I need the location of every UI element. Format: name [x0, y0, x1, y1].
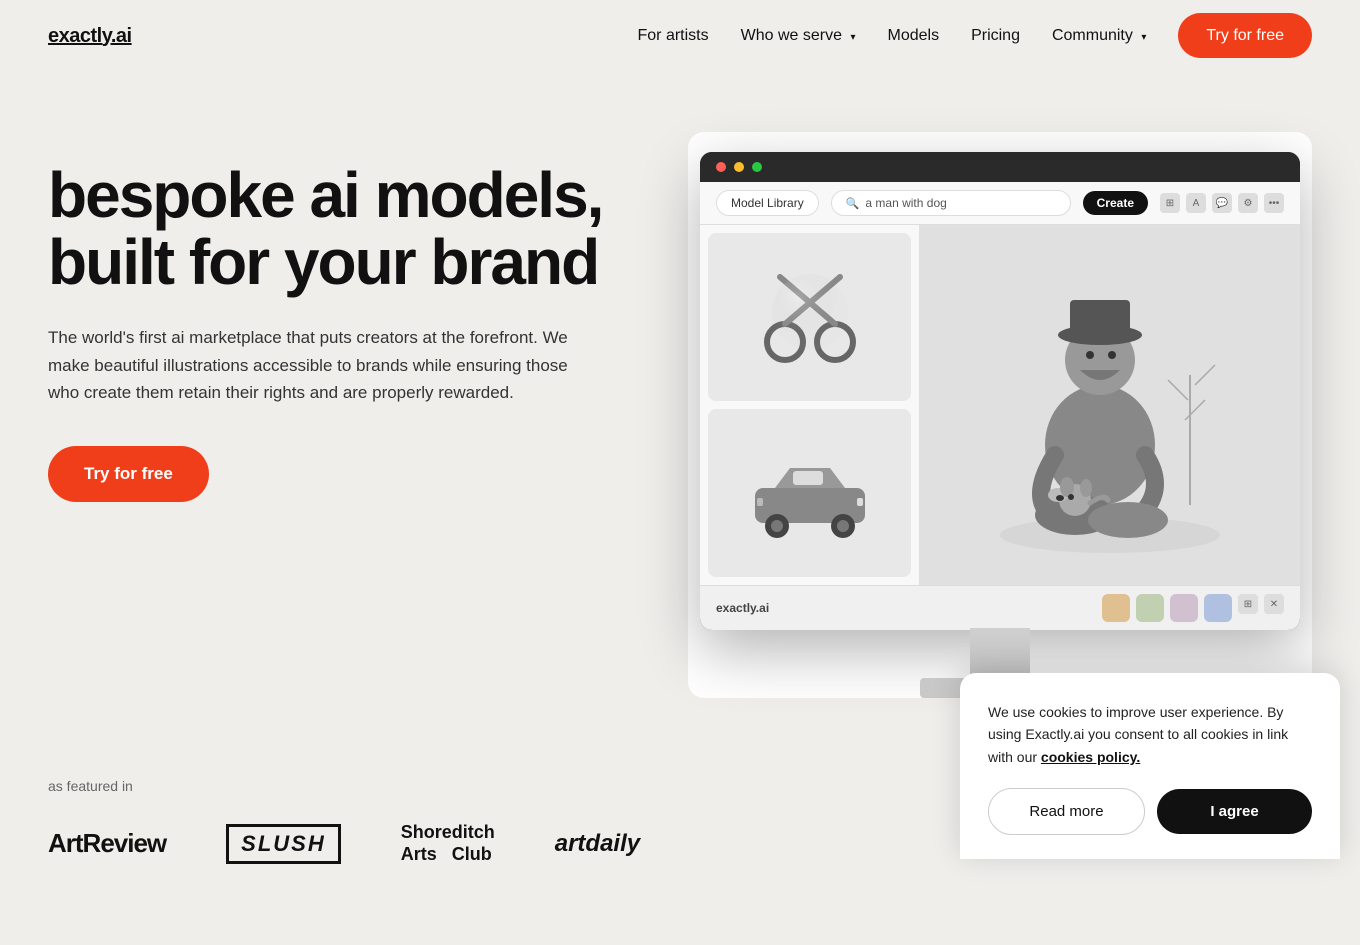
- navbar: exactly.ai For artists Who we serve ▾ Mo…: [0, 0, 1360, 72]
- nav-link-pricing[interactable]: Pricing: [971, 27, 1020, 44]
- nav-item-who-we-serve[interactable]: Who we serve ▾: [741, 27, 856, 45]
- app-mockup: Model Library 🔍 a man with dog Create ⊞ …: [700, 152, 1300, 698]
- window-close-dot: [716, 162, 726, 172]
- nav-logo[interactable]: exactly.ai: [48, 25, 132, 48]
- close-icon[interactable]: ✕: [1264, 594, 1284, 614]
- chevron-down-icon: ▾: [1141, 32, 1146, 43]
- hero-left: bespoke ai models, built for your brand …: [48, 132, 648, 502]
- app-toolbar-icons: ⊞ A 💬 ⚙ •••: [1160, 193, 1284, 213]
- search-text: a man with dog: [865, 196, 946, 210]
- more-icon[interactable]: •••: [1264, 193, 1284, 213]
- grid-icon[interactable]: ⊞: [1160, 193, 1180, 213]
- grid-view-icon[interactable]: ⊞: [1238, 594, 1258, 614]
- footer-thumb-1[interactable]: [1102, 594, 1130, 622]
- scissors-svg: [750, 257, 870, 377]
- window-minimize-dot: [734, 162, 744, 172]
- nav-item-pricing[interactable]: Pricing: [971, 27, 1020, 45]
- app-footer-logo: exactly.ai: [716, 601, 769, 615]
- app-content: [700, 225, 1300, 585]
- search-icon: 🔍: [846, 197, 860, 210]
- man-dog-main-image: [920, 225, 1300, 585]
- app-sidebar: [700, 225, 920, 585]
- cookie-banner: We use cookies to improve user experienc…: [960, 673, 1340, 859]
- cookie-actions: Read more I agree: [988, 788, 1312, 835]
- cookie-agree-button[interactable]: I agree: [1157, 789, 1312, 834]
- car-thumbnail[interactable]: [708, 409, 911, 577]
- car-svg: [745, 448, 875, 538]
- hero-right: Model Library 🔍 a man with dog Create ⊞ …: [688, 132, 1312, 698]
- settings-icon[interactable]: ⚙: [1238, 193, 1258, 213]
- nav-cta-button[interactable]: Try for free: [1178, 13, 1312, 58]
- cookie-read-more-button[interactable]: Read more: [988, 788, 1145, 835]
- app-footer-thumbnails: ⊞ ✕: [1102, 594, 1284, 622]
- model-library-pill[interactable]: Model Library: [716, 190, 819, 216]
- nav-item-models[interactable]: Models: [887, 27, 939, 45]
- app-topbar: [700, 152, 1300, 182]
- app-window: Model Library 🔍 a man with dog Create ⊞ …: [700, 152, 1300, 630]
- logo-artreview: ArtReview: [48, 828, 166, 859]
- app-footer: exactly.ai ⊞ ✕: [700, 585, 1300, 630]
- text-icon[interactable]: A: [1186, 193, 1206, 213]
- hero-cta-button[interactable]: Try for free: [48, 446, 209, 502]
- footer-thumb-4[interactable]: [1204, 594, 1232, 622]
- create-button[interactable]: Create: [1083, 191, 1148, 215]
- nav-cta-item[interactable]: Try for free: [1178, 27, 1312, 45]
- chat-icon[interactable]: 💬: [1212, 193, 1232, 213]
- hero-title: bespoke ai models, built for your brand: [48, 162, 648, 296]
- nav-item-community[interactable]: Community ▾: [1052, 27, 1146, 45]
- hero-subtitle: The world's first ai marketplace that pu…: [48, 324, 568, 406]
- stand-neck: [970, 628, 1030, 678]
- nav-links: For artists Who we serve ▾ Models Pricin…: [638, 27, 1313, 45]
- nav-link-community[interactable]: Community ▾: [1052, 27, 1146, 44]
- footer-thumb-3[interactable]: [1170, 594, 1198, 622]
- app-search-bar[interactable]: 🔍 a man with dog: [831, 190, 1071, 216]
- chevron-down-icon: ▾: [850, 32, 855, 43]
- nav-link-models[interactable]: Models: [887, 27, 939, 44]
- cookie-text: We use cookies to improve user experienc…: [988, 701, 1312, 768]
- nav-link-who-we-serve[interactable]: Who we serve ▾: [741, 27, 856, 44]
- hero-section: bespoke ai models, built for your brand …: [0, 72, 1360, 738]
- window-maximize-dot: [752, 162, 762, 172]
- footer-thumb-2[interactable]: [1136, 594, 1164, 622]
- scissors-thumbnail[interactable]: [708, 233, 911, 401]
- logo-artdaily: artdaily: [555, 830, 640, 858]
- nav-item-for-artists[interactable]: For artists: [638, 27, 709, 45]
- cookie-policy-link[interactable]: cookies policy.: [1041, 749, 1140, 765]
- nav-link-for-artists[interactable]: For artists: [638, 27, 709, 44]
- app-toolbar: Model Library 🔍 a man with dog Create ⊞ …: [700, 182, 1300, 225]
- logo-slush: SLUSH: [226, 824, 341, 864]
- man-dog-illustration: [970, 225, 1250, 585]
